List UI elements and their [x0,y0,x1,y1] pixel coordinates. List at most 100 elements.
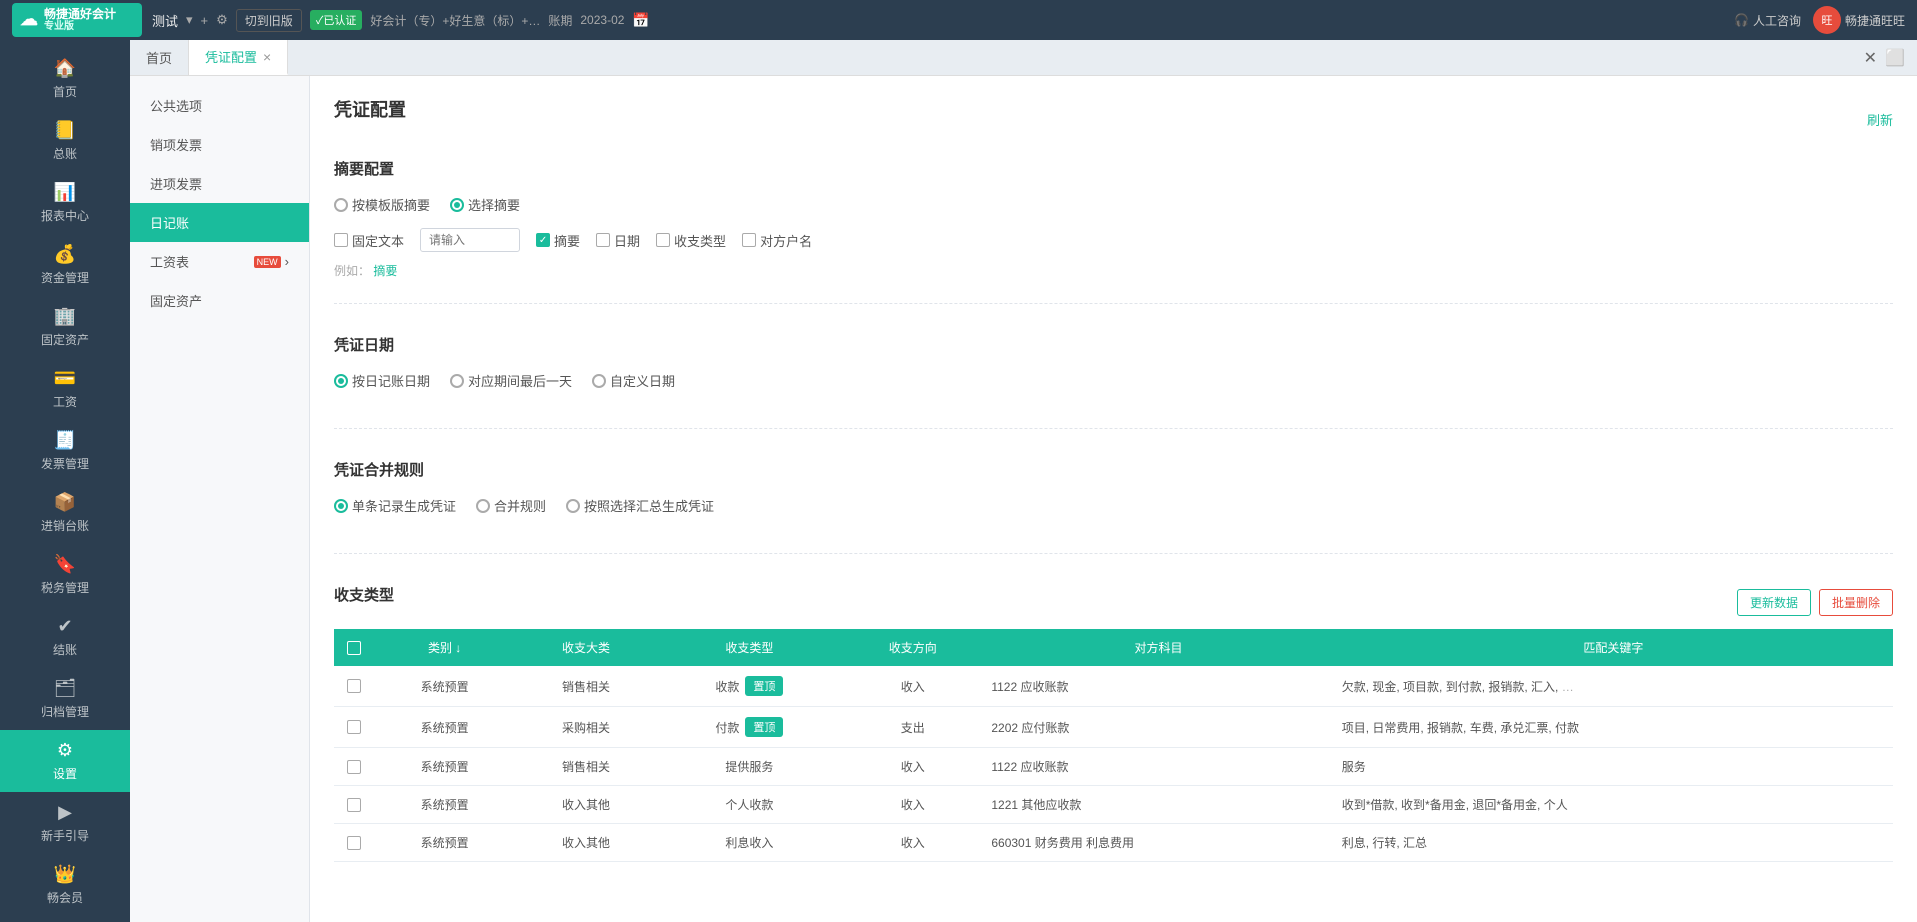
reports-icon: 📊 [54,182,76,203]
row4-category: 系统预置 [374,786,515,824]
row1-type: 收款 置顶 [657,666,842,707]
left-nav-journal[interactable]: 日记账 [130,203,309,242]
radio-select-label: 选择摘要 [468,195,520,214]
home-icon: 🏠 [54,58,76,79]
radio-custom-date[interactable]: 自定义日期 [592,371,675,390]
tab-close-icon[interactable]: × [263,49,271,65]
main-layout: 🏠 首页 📒 总账 📊 报表中心 💰 资金管理 🏢 固定资产 💳 工资 🧾 发票… [0,40,1917,922]
th-major: 收支大类 [515,629,656,666]
row2-type: 付款 置顶 [657,707,842,748]
tab-bar: 首页 凭证配置 × ✕ ⬜ [130,40,1917,76]
sidebar-item-purchase[interactable]: 📦 进销台账 [0,482,130,544]
batch-delete-button[interactable]: 批量删除 [1819,589,1893,616]
row5-subject: 660301 财务费用 利息费用 [983,824,1333,862]
radio-period-last[interactable]: 对应期间最后一天 [450,371,572,390]
radio-template[interactable]: 按模板版摘要 [334,195,430,214]
invoice-icon: 🧾 [54,430,76,451]
tab-home[interactable]: 首页 [130,40,189,75]
sidebar-item-home[interactable]: 🏠 首页 [0,48,130,110]
row2-tag-btn[interactable]: 置顶 [745,717,783,737]
left-nav-fixed-assets[interactable]: 固定资产 [130,281,309,320]
radio-select-circle [450,198,464,212]
income-expense-title: 收支类型 [334,584,394,605]
row3-direction: 收入 [842,748,983,786]
left-nav-public[interactable]: 公共选项 [130,86,309,125]
sidebar-label-guide: 新手引导 [41,827,89,844]
sidebar-item-guide[interactable]: ▶ 新手引导 [0,792,130,854]
row1-tag-btn[interactable]: 置顶 [745,676,783,696]
sidebar-label-archive: 归档管理 [41,703,89,720]
left-nav-sales-label: 销项发票 [150,135,202,154]
add-icon[interactable]: + [201,13,209,28]
maximize-icon[interactable]: ⬜ [1885,48,1905,68]
sidebar-item-archive[interactable]: 🗂 归档管理 [0,668,130,730]
date-check-box [596,233,610,247]
fixed-text-checkbox[interactable]: 固定文本 [334,231,404,250]
left-nav-payroll[interactable]: 工资表 NEW › [130,242,309,281]
th-category: 类别 ↓ [374,629,515,666]
switch-version-button[interactable]: 切到旧版 [236,9,302,32]
sidebar-item-invoice[interactable]: 🧾 发票管理 [0,420,130,482]
sidebar-item-funds[interactable]: 💰 资金管理 [0,234,130,296]
counterpart-checkbox[interactable]: 对方户名 [742,231,812,250]
th-subject: 对方科目 [983,629,1333,666]
left-nav-sales-invoice[interactable]: 销项发票 [130,125,309,164]
sidebar-item-assets[interactable]: 🏢 固定资产 [0,296,130,358]
table-row: 系统预置 销售相关 收款 置顶 收入 1122 应收账款 [334,666,1893,707]
left-nav-purchase-invoice[interactable]: 进项发票 [130,164,309,203]
row2-major: 采购相关 [515,707,656,748]
settings-icon[interactable]: ⚙ [216,12,228,28]
row5-category: 系统预置 [374,824,515,862]
row5-type: 利息收入 [657,824,842,862]
tab-voucher-config[interactable]: 凭证配置 × [189,40,288,75]
table-row: 系统预置 采购相关 付款 置顶 支出 2202 应付账款 [334,707,1893,748]
summary-checkbox[interactable]: ✓ 摘要 [536,231,580,250]
sidebar-item-settle[interactable]: ✔ 结账 [0,606,130,668]
left-nav-purchase-label: 进项发票 [150,174,202,193]
row3-checkbox[interactable] [334,748,374,786]
sidebar-label-invoice: 发票管理 [41,455,89,472]
row2-checkbox[interactable] [334,707,374,748]
radio-journal-date[interactable]: 按日记账日期 [334,371,430,390]
sidebar-item-tax[interactable]: 🔖 税务管理 [0,544,130,606]
account-info: 好会计（专）+好生意（标）+… [370,12,540,29]
sidebar-item-reports[interactable]: 📊 报表中心 [0,172,130,234]
user-menu[interactable]: 旺 畅捷通旺旺 [1813,6,1905,34]
sidebar-item-salary[interactable]: 💳 工资 [0,358,130,420]
row4-type: 个人收款 [657,786,842,824]
radio-merge-rule[interactable]: 合并规则 [476,496,546,515]
radio-total[interactable]: 按照选择汇总生成凭证 [566,496,714,515]
row1-direction: 收入 [842,666,983,707]
sidebar-item-settings[interactable]: ⚙ 设置 [0,730,130,792]
row4-checkbox[interactable] [334,786,374,824]
left-nav-journal-label: 日记账 [150,213,189,232]
radio-journal-date-circle [334,374,348,388]
row4-major: 收入其他 [515,786,656,824]
radio-single[interactable]: 单条记录生成凭证 [334,496,456,515]
sidebar-item-member[interactable]: 👑 畅会员 [0,854,130,916]
type-checkbox[interactable]: 收支类型 [656,231,726,250]
refresh-button[interactable]: 刷新 [1867,110,1893,129]
close-window-icon[interactable]: ✕ [1864,48,1877,68]
radio-select[interactable]: 选择摘要 [450,195,520,214]
income-expense-table: 类别 ↓ 收支大类 收支类型 收支方向 对方科目 匹配关键字 [334,629,1893,862]
fixed-text-input[interactable] [420,228,520,252]
sidebar-label-funds: 资金管理 [41,269,89,286]
row5-checkbox[interactable] [334,824,374,862]
th-direction: 收支方向 [842,629,983,666]
logo-sub: 专业版 [44,21,116,33]
consult-button[interactable]: 🎧 人工咨询 [1734,12,1801,29]
row1-checkbox[interactable] [334,666,374,707]
sidebar-item-ledger[interactable]: 📒 总账 [0,110,130,172]
date-section: 凭证日期 按日记账日期 对应期间最后一天 自定义日期 [334,334,1893,429]
table-row: 系统预置 收入其他 利息收入 收入 660301 财务费用 利息费用 利息, 行… [334,824,1893,862]
radio-total-circle [566,499,580,513]
guide-icon: ▶ [58,802,72,823]
calendar-icon[interactable]: 📅 [632,12,649,29]
page-title: 凭证配置 [334,96,406,122]
date-checkbox[interactable]: 日期 [596,231,640,250]
update-data-button[interactable]: 更新数据 [1737,589,1811,616]
select-all-checkbox[interactable] [347,641,361,655]
dropdown-icon[interactable]: ▾ [186,12,193,28]
gear-icon: ⚙ [57,740,73,761]
